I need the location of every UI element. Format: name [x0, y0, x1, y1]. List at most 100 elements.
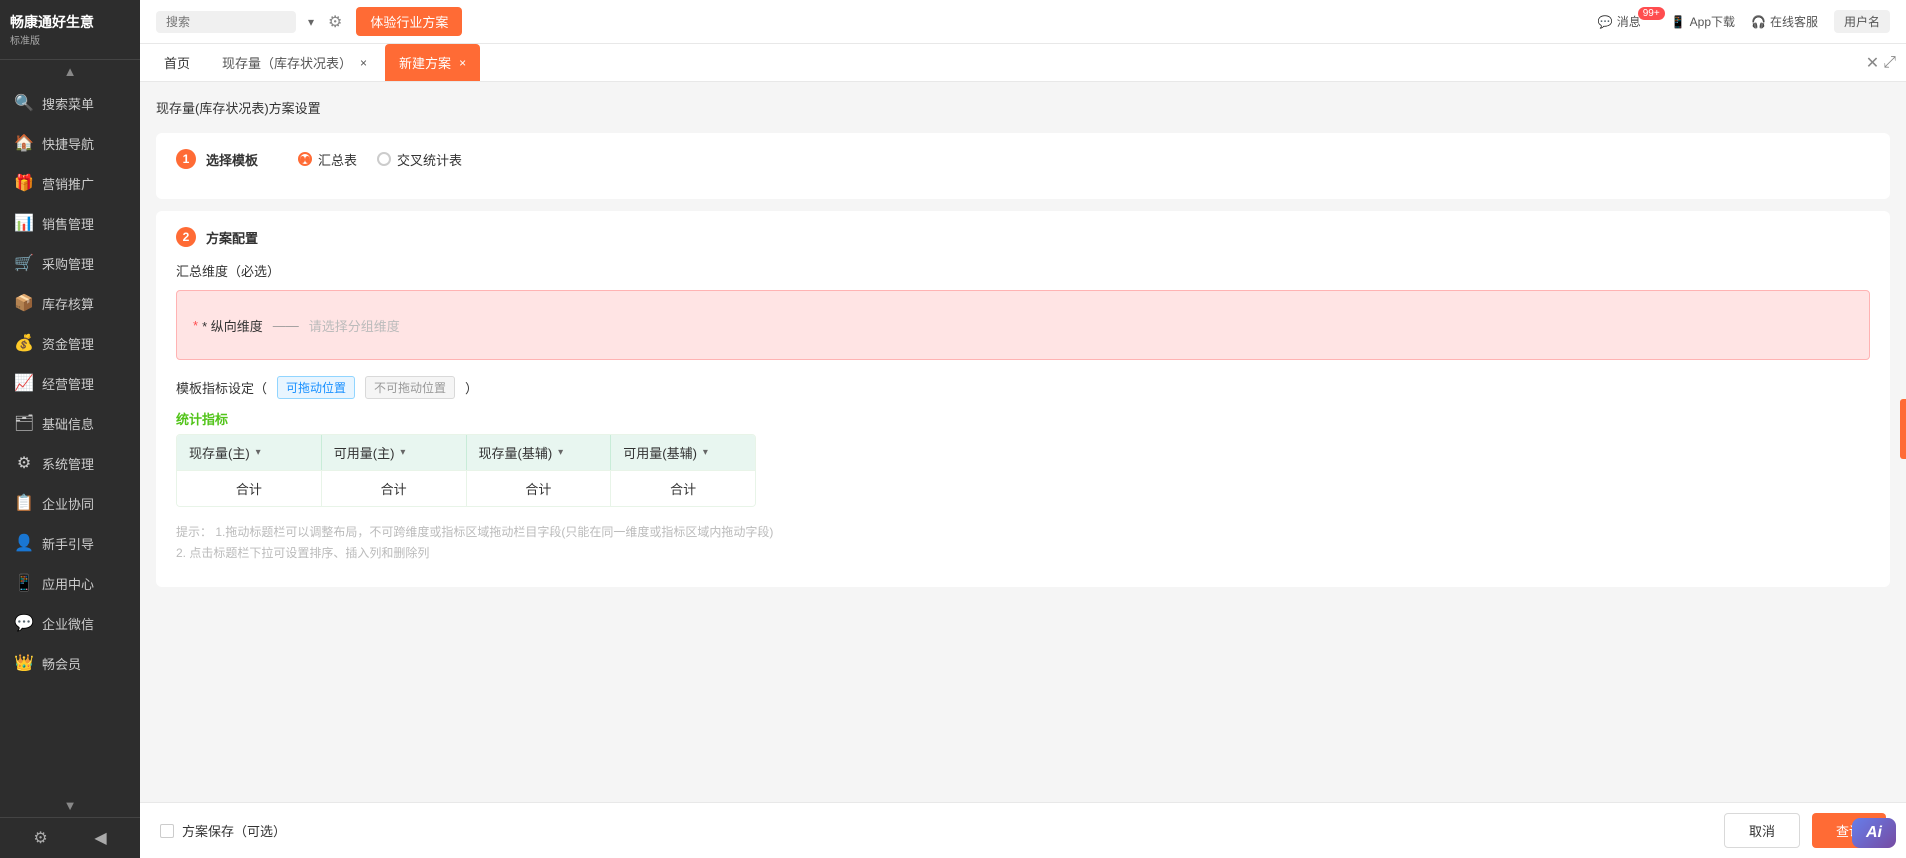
sidebar-logo: 畅康通好生意 标准版: [0, 0, 140, 60]
tabs-bar: 首页 现存量（库存状况表） × 新建方案 × ✕ ⤢: [140, 44, 1906, 82]
radio-summary-circle: [298, 152, 312, 166]
sidebar-icon-basic: 🗂: [14, 413, 34, 433]
search-input[interactable]: [156, 11, 296, 33]
tab-new-scheme-close[interactable]: ×: [459, 56, 466, 70]
sidebar-item-operations[interactable]: 📈经营管理: [0, 363, 140, 403]
stat-header-col-2[interactable]: 现存量(基辅) ▾: [467, 435, 612, 470]
ai-badge[interactable]: Ai: [1852, 818, 1896, 848]
close-panel-icon[interactable]: ✕: [1866, 53, 1879, 73]
sidebar-label-basic: 基础信息: [42, 414, 94, 433]
stat-table: 现存量(主) ▾ 可用量(主) ▾ 现存量(基辅) ▾ 可用量(基辅): [176, 434, 756, 507]
template-options: 汇总表 交叉统计表: [298, 150, 462, 169]
radio-summary-label: 汇总表: [318, 150, 357, 169]
stat-col2-label: 现存量(基辅): [479, 443, 553, 462]
step2-section: 2 方案配置 汇总维度（必选） * * 纵向维度 —— 请选择分组维度 模板指标…: [156, 211, 1890, 587]
app-download-button[interactable]: 📱 App下载: [1671, 13, 1735, 30]
indicator-title: 模板指标设定（: [176, 378, 267, 397]
user-button[interactable]: 用户名: [1834, 10, 1890, 33]
col1-chevron-icon[interactable]: ▾: [400, 447, 405, 458]
gear-icon[interactable]: ⚙: [328, 12, 342, 32]
stat-col0-label: 现存量(主): [189, 443, 250, 462]
chat-icon: 💬: [1598, 15, 1613, 29]
sidebar-item-enterprise[interactable]: 📋企业协同: [0, 483, 140, 523]
step1-header: 1 选择模板 汇总表 交叉统计表: [176, 149, 1870, 169]
sidebar-item-sales[interactable]: 📊销售管理: [0, 203, 140, 243]
dim-field-label: * 纵向维度: [202, 316, 263, 335]
service-label: 在线客服: [1770, 13, 1818, 30]
step1-badge: 1: [176, 149, 196, 169]
radio-cross-label: 交叉统计表: [397, 150, 462, 169]
collapse-icon[interactable]: ◀: [94, 828, 106, 848]
search-dropdown-icon[interactable]: ▾: [308, 15, 314, 29]
sidebar-label-finance: 资金管理: [42, 334, 94, 353]
tip-1: 提示： 1.拖动标题栏可以调整布局，不可跨维度或指标区域拖动栏目字段(只能在同一…: [176, 523, 1870, 540]
sidebar-footer: ⚙ ◀: [0, 817, 140, 858]
stat-header-row: 现存量(主) ▾ 可用量(主) ▾ 现存量(基辅) ▾ 可用量(基辅): [177, 435, 755, 470]
main-area: ▾ ⚙ 体验行业方案 💬 消息 99+ 📱 App下载 🎧 在线客服 用户名 首…: [140, 0, 1906, 858]
sidebar-item-basic[interactable]: 🗂 基础信息: [0, 403, 140, 443]
radio-summary[interactable]: 汇总表: [298, 150, 357, 169]
tab-inventory-close[interactable]: ×: [360, 56, 367, 70]
settings-icon[interactable]: ⚙: [33, 828, 47, 848]
stat-col3-label: 可用量(基辅): [623, 443, 697, 462]
sidebar-scroll-down[interactable]: ▼: [0, 794, 140, 817]
sidebar-item-wechat[interactable]: 💬企业微信: [0, 603, 140, 643]
sidebar-scroll-up[interactable]: ▲: [0, 60, 140, 83]
sidebar-icon-newbie: 👤: [14, 533, 34, 553]
sidebar-item-purchase[interactable]: 🛒采购管理: [0, 243, 140, 283]
stat-header-col-0[interactable]: 现存量(主) ▾: [177, 435, 322, 470]
app-label: App下载: [1690, 13, 1735, 30]
message-badge: 99+: [1638, 7, 1665, 20]
message-button[interactable]: 💬 消息 99+: [1598, 13, 1655, 30]
col0-chevron-icon[interactable]: ▾: [256, 447, 261, 458]
stat-cell-0-2: 合计: [467, 471, 612, 506]
stat-header-col-3[interactable]: 可用量(基辅) ▾: [611, 435, 755, 470]
radio-cross[interactable]: 交叉统计表: [377, 150, 462, 169]
sidebar-item-finance[interactable]: 💰资金管理: [0, 323, 140, 363]
bottom-bar: 方案保存（可选） 取消 查询: [140, 802, 1906, 858]
online-service-button[interactable]: 🎧 在线客服: [1751, 13, 1818, 30]
stat-cell-0-3: 合计: [611, 471, 755, 506]
phone-icon: 📱: [1671, 15, 1686, 29]
sidebar-item-apps[interactable]: 📱应用中心: [0, 563, 140, 603]
save-checkbox[interactable]: [160, 824, 174, 838]
tab-new-scheme-label: 新建方案: [399, 53, 451, 72]
stat-cell-0-1: 合计: [322, 471, 467, 506]
save-option[interactable]: 方案保存（可选）: [160, 821, 286, 840]
content-area: 现存量(库存状况表)方案设置 1 选择模板 汇总表 交叉统计表: [140, 82, 1906, 802]
dim-section: 汇总维度（必选） * * 纵向维度 —— 请选择分组维度: [176, 261, 1870, 360]
sidebar-icon-inventory: 📦: [14, 293, 34, 313]
sidebar-label-apps: 应用中心: [42, 574, 94, 593]
cancel-button[interactable]: 取消: [1724, 813, 1800, 848]
sidebar-item-quicknav[interactable]: 🏠快捷导航: [0, 123, 140, 163]
sidebar-item-member[interactable]: 👑畅会员: [0, 643, 140, 683]
stat-col1-label: 可用量(主): [334, 443, 395, 462]
sidebar-label-inventory: 库存核算: [42, 294, 94, 313]
indicator-section: 模板指标设定（ 可拖动位置 不可拖动位置 ） 统计指标 现存量(主) ▾ 可用量…: [176, 376, 1870, 561]
col3-chevron-icon[interactable]: ▾: [703, 447, 708, 458]
dim-dash: ——: [273, 318, 299, 333]
trial-button[interactable]: 体验行业方案: [356, 7, 462, 36]
indicator-label: 模板指标设定（ 可拖动位置 不可拖动位置 ）: [176, 376, 1870, 399]
brand-name: 畅康通好生意: [10, 12, 130, 32]
sidebar-item-search[interactable]: 🔍搜索菜单: [0, 83, 140, 123]
brand-tag: 标准版: [10, 32, 130, 47]
sidebar-item-inventory[interactable]: 📦 库存核算: [0, 283, 140, 323]
topbar: ▾ ⚙ 体验行业方案 💬 消息 99+ 📱 App下载 🎧 在线客服 用户名: [140, 0, 1906, 44]
sidebar-label-system: 系统管理: [42, 454, 94, 473]
step2-badge: 2: [176, 227, 196, 247]
sidebar-item-system[interactable]: ⚙系统管理: [0, 443, 140, 483]
dim-box[interactable]: * * 纵向维度 —— 请选择分组维度: [176, 290, 1870, 360]
tab-inventory[interactable]: 现存量（库存状况表） ×: [208, 44, 381, 81]
sidebar-label-sales: 销售管理: [42, 214, 94, 233]
stat-header-col-1[interactable]: 可用量(主) ▾: [322, 435, 467, 470]
sidebar-icon-enterprise: 📋: [14, 493, 34, 513]
sidebar-item-marketing[interactable]: 🎁营销推广: [0, 163, 140, 203]
tab-home[interactable]: 首页: [150, 44, 204, 81]
save-option-label: 方案保存（可选）: [182, 821, 286, 840]
sidebar-item-newbie[interactable]: 👤新手引导: [0, 523, 140, 563]
col2-chevron-icon[interactable]: ▾: [558, 447, 563, 458]
tab-new-scheme[interactable]: 新建方案 ×: [385, 44, 480, 81]
sidebar-label-operations: 经营管理: [42, 374, 94, 393]
expand-panel-icon[interactable]: ⤢: [1883, 54, 1896, 72]
